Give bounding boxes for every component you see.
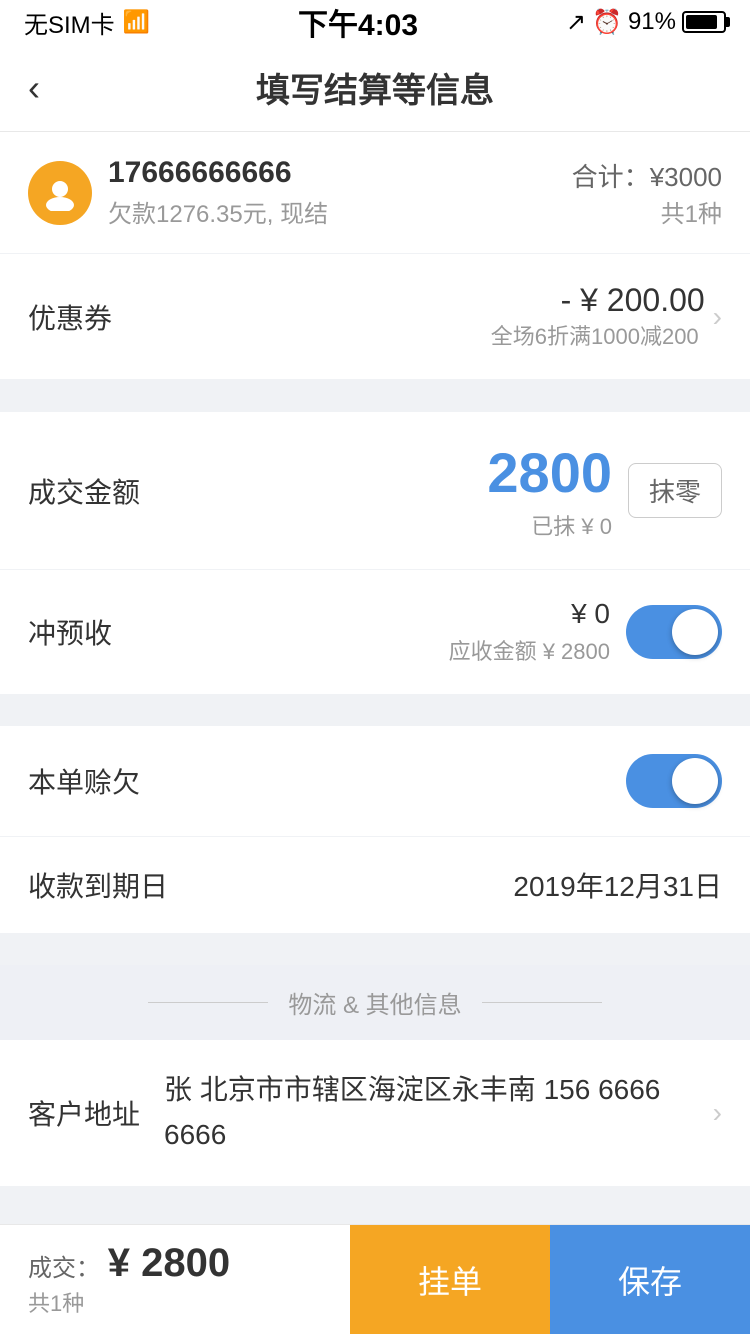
prepayment-label: 冲预收 [28, 612, 112, 652]
pending-button[interactable]: 挂单 [350, 1225, 550, 1334]
credit-section: 本单赊欠 收款到期日 2019年12月31日 [0, 726, 750, 933]
logistics-label: 物流 & 其他信息 [288, 985, 461, 1020]
voucher-row[interactable]: 优惠券 - ¥ 200.00 全场6折满1000减200 › [0, 254, 750, 380]
address-row[interactable]: 客户地址 张 北京市市辖区海淀区永丰南 156 6666 6666 › [0, 1040, 750, 1187]
customer-info: 17666666666 欠款1276.35元, 现结 [108, 156, 328, 229]
prepayment-toggle[interactable] [626, 605, 722, 659]
customer-left: 17666666666 欠款1276.35元, 现结 [28, 156, 328, 229]
customer-row: 17666666666 欠款1276.35元, 现结 合计：¥3000 共1种 [0, 132, 750, 254]
credit-toggle-knob [672, 758, 718, 804]
alarm-icon: ⏰ [592, 8, 622, 37]
deal-amount-sub: 已抹 ¥ 0 [531, 509, 612, 541]
section-divider-1 [0, 396, 750, 412]
back-button[interactable]: ‹ [28, 67, 40, 109]
address-value: 张 北京市市辖区海淀区永丰南 156 6666 6666 [164, 1068, 713, 1158]
deal-section: 成交金额 2800 已抹 ¥ 0 抹零 冲预收 ¥ 0 应收金额 ¥ 2800 [0, 412, 750, 694]
payment-due-value: 2019年12月31日 [513, 865, 722, 905]
carrier-label: 无SIM卡 [24, 5, 115, 40]
status-left: 无SIM卡 📶 [24, 5, 150, 40]
location-icon: ↗ [566, 8, 586, 37]
total-label: 合计：¥3000 [572, 157, 722, 194]
credit-order-label: 本单赊欠 [28, 761, 140, 801]
save-button[interactable]: 保存 [550, 1225, 750, 1334]
prepayment-value: ¥ 0 [571, 598, 610, 630]
total-count: 共1种 [572, 194, 722, 229]
bottom-count: 共1种 [28, 1286, 322, 1318]
status-bar: 无SIM卡 📶 下午4:03 ↗ ⏰ 91% [0, 0, 750, 44]
voucher-right: - ¥ 200.00 全场6折满1000减200 › [491, 282, 722, 351]
bottom-bar: 成交： ¥ 2800 共1种 挂单 保存 [0, 1224, 750, 1334]
status-right: ↗ ⏰ 91% [566, 8, 726, 37]
address-chevron-icon: › [713, 1097, 722, 1129]
section-divider-3 [0, 949, 750, 965]
voucher-label: 优惠券 [28, 297, 112, 337]
page-title: 填写结算等信息 [256, 63, 494, 112]
bottom-summary: 成交： ¥ 2800 共1种 [0, 1241, 350, 1318]
address-label: 客户地址 [28, 1093, 140, 1133]
prepayment-sub: 应收金额 ¥ 2800 [449, 634, 610, 666]
logistics-section-label: 物流 & 其他信息 [0, 965, 750, 1040]
payment-due-row: 收款到期日 2019年12月31日 [0, 837, 750, 933]
battery-icon [682, 11, 726, 33]
customer-sub: 欠款1276.35元, 现结 [108, 194, 328, 229]
customer-right: 合计：¥3000 共1种 [572, 157, 722, 229]
wifi-icon: 📶 [123, 9, 150, 35]
credit-order-row: 本单赊欠 [0, 726, 750, 837]
toggle-knob [672, 609, 718, 655]
chevron-right-icon: › [713, 301, 722, 333]
payment-due-label: 收款到期日 [28, 865, 168, 905]
divider-line-right [482, 1002, 602, 1003]
divider-line-left [148, 1002, 268, 1003]
credit-order-toggle[interactable] [626, 754, 722, 808]
prepayment-row: 冲预收 ¥ 0 应收金额 ¥ 2800 [0, 570, 750, 694]
bottom-deal-amount: ¥ 2800 [108, 1241, 230, 1285]
avatar [28, 161, 92, 225]
status-time: 下午4:03 [298, 0, 418, 44]
voucher-discount: - ¥ 200.00 [491, 282, 705, 319]
battery-percent: 91% [628, 8, 676, 36]
deal-amount-right: 2800 已抹 ¥ 0 抹零 [487, 440, 722, 541]
customer-section: 17666666666 欠款1276.35元, 现结 合计：¥3000 共1种 … [0, 132, 750, 380]
customer-phone: 17666666666 [108, 156, 328, 190]
voucher-description: 全场6折满1000减200 [491, 319, 699, 351]
deal-amount-row: 成交金额 2800 已抹 ¥ 0 抹零 [0, 412, 750, 570]
prepayment-right: ¥ 0 应收金额 ¥ 2800 [449, 598, 722, 666]
deal-amount-label: 成交金额 [28, 471, 140, 511]
deal-amount-value: 2800 [487, 440, 612, 505]
bottom-deal-label: 成交： [28, 1255, 100, 1282]
round-zero-button[interactable]: 抹零 [628, 463, 722, 518]
nav-bar: ‹ 填写结算等信息 [0, 44, 750, 132]
section-divider-2 [0, 710, 750, 726]
